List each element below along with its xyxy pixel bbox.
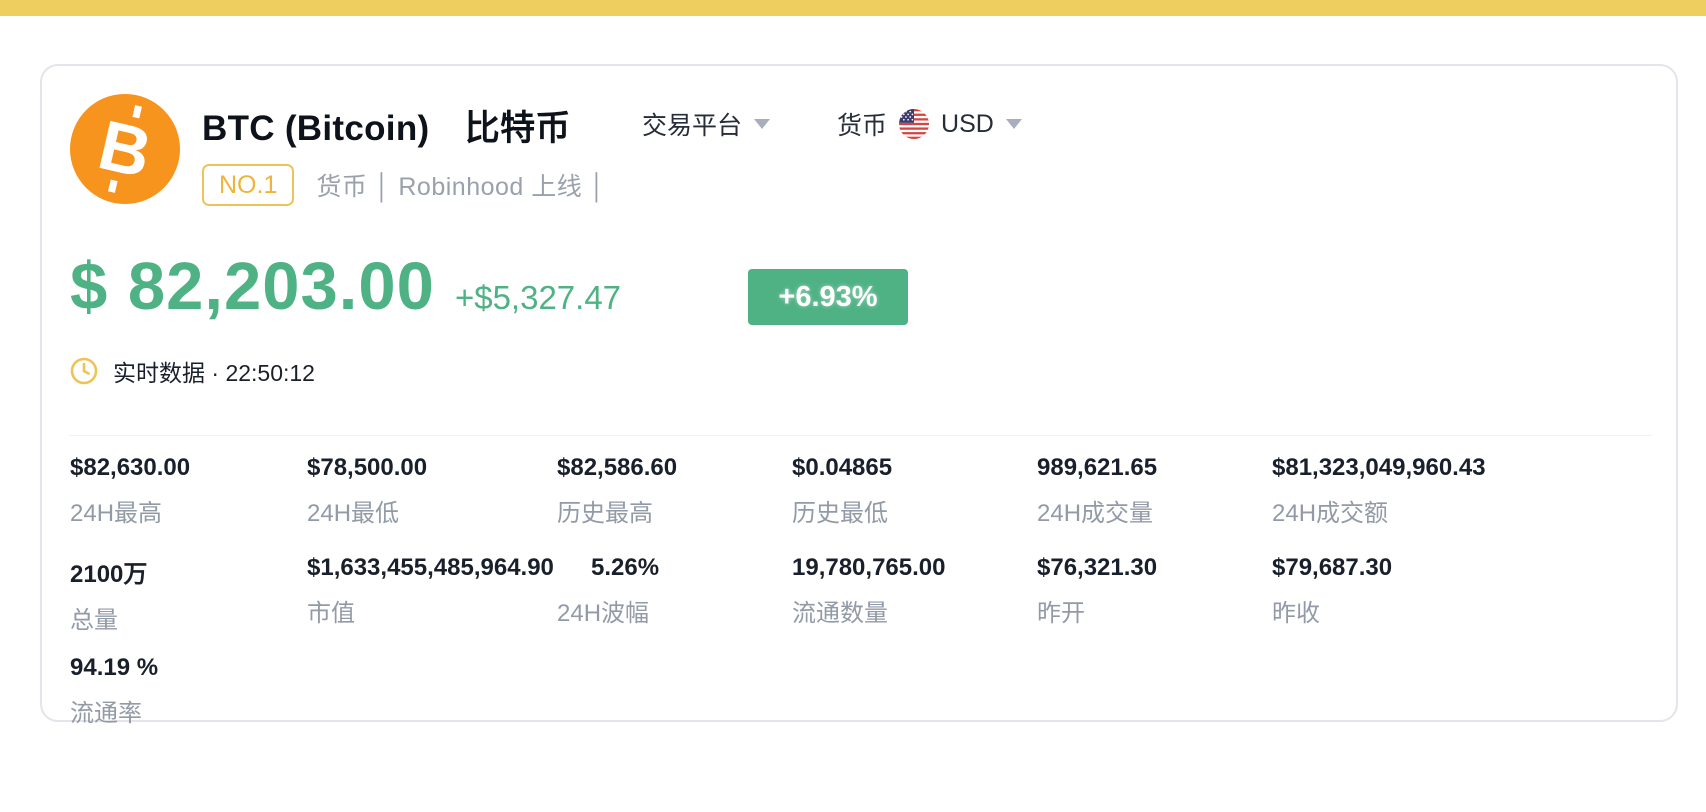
stat-value: $82,586.60	[557, 454, 792, 482]
stat-value: 989,621.65	[1037, 454, 1272, 482]
coin-tags: 货币 │ Robinhood 上线 │	[316, 167, 605, 203]
stat-value: 94.19 %	[70, 654, 307, 682]
divider	[70, 435, 1652, 436]
top-accent-bar	[0, 0, 1706, 16]
clock-icon	[70, 357, 98, 385]
stat-value: $81,323,049,960.43	[1272, 454, 1652, 482]
stat-value: $0.04865	[792, 454, 1037, 482]
chevron-down-icon	[754, 119, 770, 129]
chevron-down-icon	[1006, 119, 1022, 129]
stat-label: 昨开	[1037, 593, 1272, 628]
stat-circulation-rate: 94.19 % 流通率	[70, 654, 307, 720]
stat-label: 24H成交量	[1037, 493, 1272, 528]
stat-label: 24H成交额	[1272, 493, 1652, 528]
realtime-timestamp: 实时数据 · 22:50:12	[113, 354, 315, 388]
exchange-dropdown-label: 交易平台	[642, 106, 742, 142]
stat-ath: $82,586.60 历史最高	[557, 454, 792, 520]
stat-value: $82,630.00	[70, 454, 307, 482]
stat-label: 24H最高	[70, 493, 307, 528]
stat-value: 5.26%	[557, 554, 792, 582]
stat-market-cap: $1,633,455,485,964.90 市值	[307, 554, 557, 620]
price-row: $ 82,203.00 +$5,327.47	[70, 248, 621, 325]
stat-label: 总量	[70, 600, 307, 635]
us-flag-icon	[899, 109, 929, 139]
price-change-absolute: +$5,327.47	[455, 279, 621, 317]
coin-title: BTC (Bitcoin) 比特币	[202, 100, 571, 151]
badge-row: NO.1 货币 │ Robinhood 上线 │	[202, 164, 606, 206]
stat-label: 流通率	[70, 693, 307, 728]
stat-label: 流通数量	[792, 593, 1037, 628]
price-change-percent-badge: +6.93%	[748, 269, 908, 325]
stat-24h-high: $82,630.00 24H最高	[70, 454, 307, 520]
coin-detail-card: B BTC (Bitcoin) 比特币 交易平台 货币	[40, 64, 1678, 722]
bitcoin-logo: B	[70, 94, 180, 204]
current-price: $ 82,203.00	[70, 248, 435, 325]
rank-badge: NO.1	[202, 164, 294, 206]
stats-grid: $82,630.00 24H最高 $78,500.00 24H最低 $82,58…	[70, 454, 1652, 720]
realtime-row: 实时数据 · 22:50:12	[70, 354, 315, 388]
currency-dropdown[interactable]: 货币 USD	[837, 106, 1022, 142]
exchange-dropdown[interactable]: 交易平台	[642, 106, 770, 142]
currency-value: USD	[941, 110, 994, 139]
stat-circulating-supply: 19,780,765.00 流通数量	[792, 554, 1037, 620]
stat-total-supply: 2100万 总量	[70, 554, 307, 620]
stat-label: 历史最低	[792, 493, 1037, 528]
stat-value: $1,633,455,485,964.90	[307, 554, 557, 582]
stat-value: 19,780,765.00	[792, 554, 1037, 582]
stat-label: 24H最低	[307, 493, 557, 528]
stat-24h-low: $78,500.00 24H最低	[307, 454, 557, 520]
stat-24h-volume: 989,621.65 24H成交量	[1037, 454, 1272, 520]
bitcoin-icon: B	[94, 109, 157, 190]
stat-24h-amplitude: 5.26% 24H波幅	[557, 554, 792, 620]
stat-label: 24H波幅	[557, 593, 792, 628]
stat-label: 历史最高	[557, 493, 792, 528]
stat-value: $79,687.30	[1272, 554, 1652, 582]
stat-label: 昨收	[1272, 593, 1652, 628]
stat-prev-close: $79,687.30 昨收	[1272, 554, 1652, 620]
currency-dropdown-label: 货币	[837, 106, 887, 142]
stat-24h-turnover: $81,323,049,960.43 24H成交额	[1272, 454, 1652, 520]
stat-atl: $0.04865 历史最低	[792, 454, 1037, 520]
stat-value: 2100万	[70, 554, 307, 589]
stat-prev-open: $76,321.30 昨开	[1037, 554, 1272, 620]
stat-value: $76,321.30	[1037, 554, 1272, 582]
stat-label: 市值	[307, 593, 557, 628]
stat-value: $78,500.00	[307, 454, 557, 482]
